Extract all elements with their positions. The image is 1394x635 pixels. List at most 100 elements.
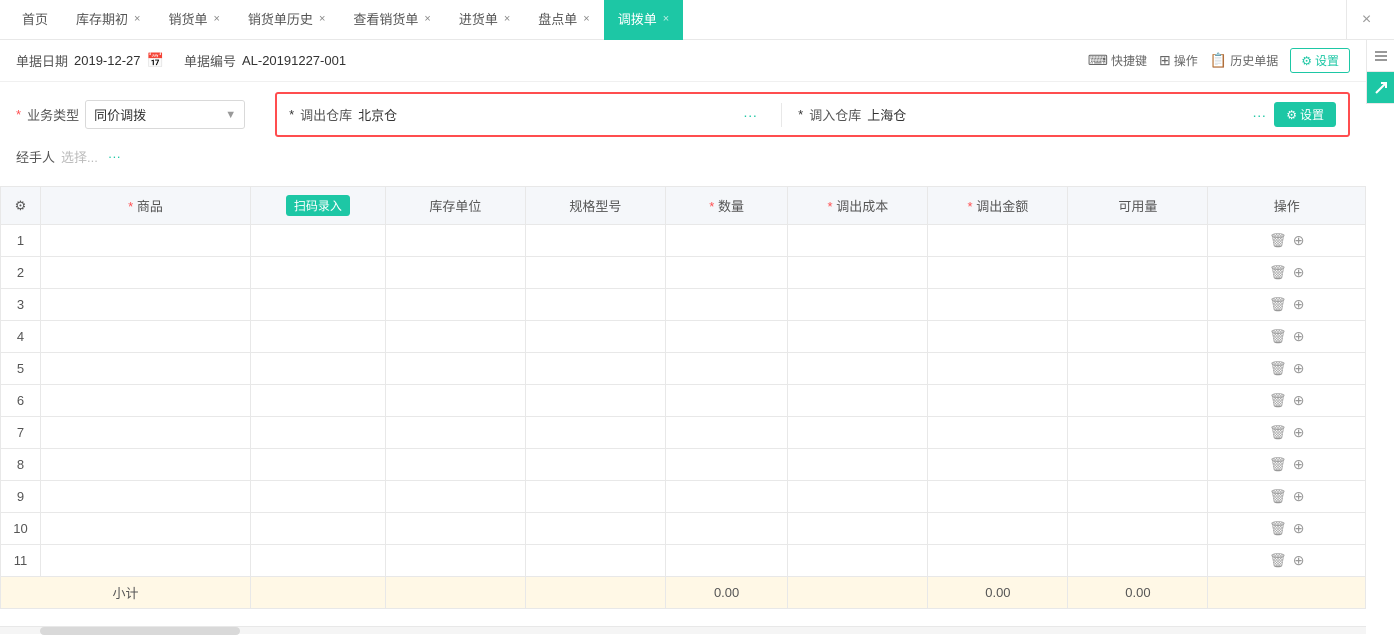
scan-button[interactable]: 扫码录入 (286, 195, 350, 216)
row-amount[interactable] (928, 257, 1068, 289)
shortcuts-button[interactable]: ⌨ 快捷键 (1088, 52, 1147, 69)
row-unit[interactable] (385, 385, 525, 417)
th-settings[interactable]: ⚙ (1, 187, 41, 225)
row-amount[interactable] (928, 321, 1068, 353)
row-amount[interactable] (928, 385, 1068, 417)
person-placeholder[interactable]: 选择... (61, 147, 98, 166)
tab-close-inventory-count[interactable]: × (583, 13, 589, 25)
row-amount[interactable] (928, 545, 1068, 577)
delete-icon[interactable]: 🗑 (1269, 424, 1287, 441)
warehouse-setting-button[interactable]: ⚙ 设置 (1274, 102, 1336, 127)
row-unit[interactable] (385, 225, 525, 257)
delete-icon[interactable]: 🗑 (1269, 264, 1287, 281)
row-amount[interactable] (928, 513, 1068, 545)
row-qty[interactable] (665, 513, 788, 545)
row-cost[interactable] (788, 225, 928, 257)
business-type-select[interactable]: 同价调拨 ▼ (85, 100, 245, 129)
delete-icon[interactable]: 🗑 (1269, 520, 1287, 537)
row-spec[interactable] (525, 353, 665, 385)
row-unit[interactable] (385, 545, 525, 577)
row-qty[interactable] (665, 353, 788, 385)
row-amount[interactable] (928, 353, 1068, 385)
row-cost[interactable] (788, 417, 928, 449)
delete-icon[interactable]: 🗑 (1269, 392, 1287, 409)
out-warehouse-more-icon[interactable]: ··· (743, 107, 757, 123)
copy-icon[interactable]: ⊕ (1293, 296, 1305, 313)
row-qty[interactable] (665, 449, 788, 481)
row-unit[interactable] (385, 353, 525, 385)
copy-icon[interactable]: ⊕ (1293, 264, 1305, 281)
row-product[interactable] (41, 417, 251, 449)
row-cost[interactable] (788, 257, 928, 289)
tab-close-inventory-init[interactable]: × (134, 13, 140, 25)
row-product[interactable] (41, 257, 251, 289)
row-unit[interactable] (385, 257, 525, 289)
row-qty[interactable] (665, 545, 788, 577)
operations-button[interactable]: ⊞ 操作 (1159, 52, 1198, 69)
scroll-area[interactable] (0, 626, 1366, 634)
row-product[interactable] (41, 385, 251, 417)
window-close-button[interactable]: × (1346, 0, 1386, 40)
tab-close-sales-order[interactable]: × (213, 13, 219, 25)
row-qty[interactable] (665, 257, 788, 289)
row-product[interactable] (41, 353, 251, 385)
sidebar-list-icon[interactable] (1367, 40, 1394, 72)
table-gear-icon[interactable]: ⚙ (15, 198, 27, 213)
copy-icon[interactable]: ⊕ (1293, 552, 1305, 569)
delete-icon[interactable]: 🗑 (1269, 456, 1287, 473)
row-product[interactable] (41, 513, 251, 545)
copy-icon[interactable]: ⊕ (1293, 360, 1305, 377)
tab-home[interactable]: 首页 (8, 0, 62, 40)
row-qty[interactable] (665, 289, 788, 321)
copy-icon[interactable]: ⊕ (1293, 392, 1305, 409)
person-more-icon[interactable]: ··· (108, 149, 121, 164)
row-unit[interactable] (385, 449, 525, 481)
sidebar-export-icon[interactable] (1367, 72, 1394, 104)
tab-view-sales[interactable]: 查看销货单 × (339, 0, 444, 40)
tab-sales-history[interactable]: 销货单历史 × (234, 0, 339, 40)
calendar-icon[interactable]: 📅 (147, 52, 164, 69)
row-unit[interactable] (385, 289, 525, 321)
row-spec[interactable] (525, 481, 665, 513)
row-qty[interactable] (665, 225, 788, 257)
tab-close-view-sales[interactable]: × (424, 13, 430, 25)
copy-icon[interactable]: ⊕ (1293, 488, 1305, 505)
tab-inventory-count[interactable]: 盘点单 × (524, 0, 603, 40)
row-spec[interactable] (525, 545, 665, 577)
row-spec[interactable] (525, 513, 665, 545)
row-spec[interactable] (525, 385, 665, 417)
row-cost[interactable] (788, 481, 928, 513)
row-product[interactable] (41, 449, 251, 481)
delete-icon[interactable]: 🗑 (1269, 232, 1287, 249)
tab-close-purchase-order[interactable]: × (504, 13, 510, 25)
tab-close-sales-history[interactable]: × (319, 13, 325, 25)
copy-icon[interactable]: ⊕ (1293, 520, 1305, 537)
row-product[interactable] (41, 289, 251, 321)
row-spec[interactable] (525, 257, 665, 289)
row-unit[interactable] (385, 513, 525, 545)
in-warehouse-more-icon[interactable]: ··· (1252, 107, 1266, 123)
row-cost[interactable] (788, 545, 928, 577)
row-spec[interactable] (525, 449, 665, 481)
copy-icon[interactable]: ⊕ (1293, 232, 1305, 249)
row-spec[interactable] (525, 417, 665, 449)
delete-icon[interactable]: 🗑 (1269, 296, 1287, 313)
row-cost[interactable] (788, 289, 928, 321)
row-amount[interactable] (928, 481, 1068, 513)
copy-icon[interactable]: ⊕ (1293, 424, 1305, 441)
row-qty[interactable] (665, 481, 788, 513)
row-amount[interactable] (928, 449, 1068, 481)
row-qty[interactable] (665, 417, 788, 449)
delete-icon[interactable]: 🗑 (1269, 360, 1287, 377)
row-cost[interactable] (788, 353, 928, 385)
tab-inventory-init[interactable]: 库存期初 × (62, 0, 154, 40)
row-amount[interactable] (928, 417, 1068, 449)
row-product[interactable] (41, 321, 251, 353)
tab-sales-order[interactable]: 销货单 × (154, 0, 233, 40)
row-product[interactable] (41, 545, 251, 577)
tab-purchase-order[interactable]: 进货单 × (445, 0, 524, 40)
row-product[interactable] (41, 481, 251, 513)
row-unit[interactable] (385, 481, 525, 513)
row-spec[interactable] (525, 321, 665, 353)
row-cost[interactable] (788, 385, 928, 417)
